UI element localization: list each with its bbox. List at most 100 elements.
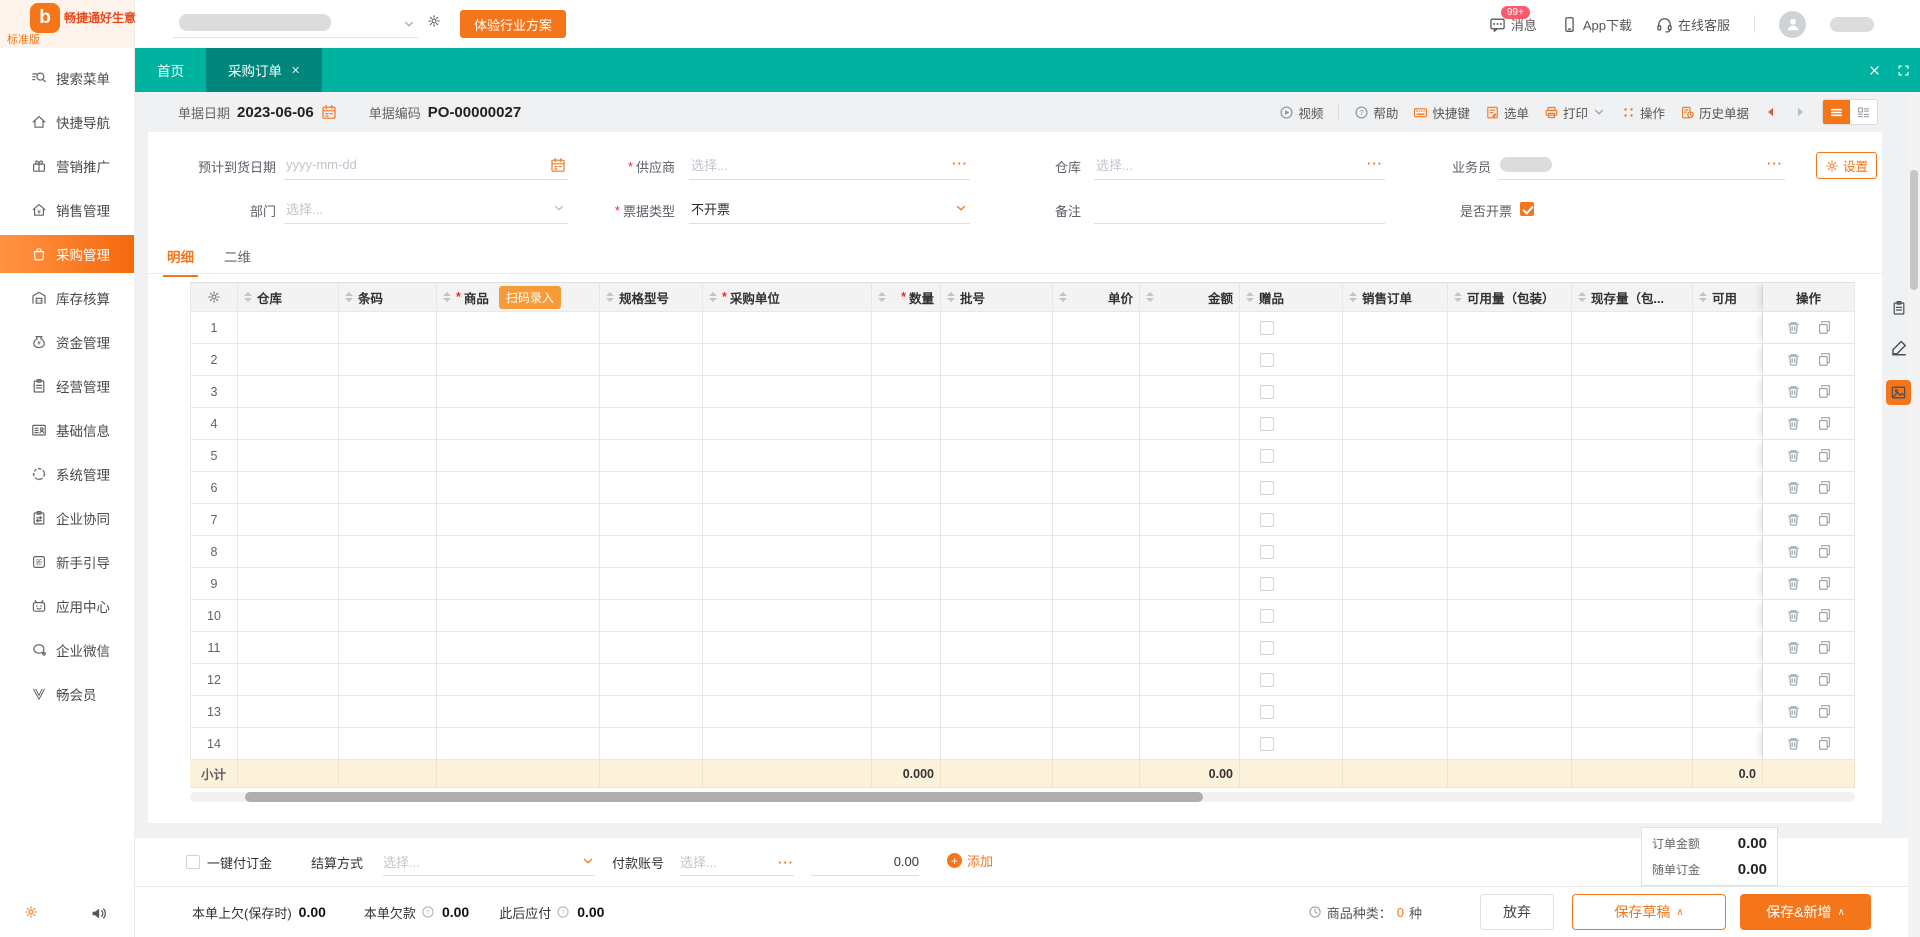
cell-avail[interactable] [1693, 344, 1763, 376]
gift-checkbox[interactable] [1260, 448, 1274, 463]
cell-qty[interactable] [872, 600, 941, 632]
cell-batch[interactable] [941, 696, 1053, 728]
cell-spec[interactable] [600, 472, 703, 504]
sort-icon[interactable] [345, 292, 353, 302]
sidebar-item-inventory[interactable]: 库存核算 [0, 276, 134, 320]
cell-product[interactable] [437, 312, 600, 344]
settlement-method-select[interactable]: 选择... [383, 848, 595, 876]
cell-avail_pkg[interactable] [1448, 376, 1572, 408]
sidebar-item-funds[interactable]: ¥ 资金管理 [0, 320, 134, 364]
cell-qty[interactable] [872, 472, 941, 504]
cell-price[interactable] [1053, 696, 1140, 728]
action-history[interactable]: 历史单据 [1680, 103, 1749, 122]
cell-barcode[interactable] [339, 408, 437, 440]
cell-price[interactable] [1053, 472, 1140, 504]
action-pick[interactable]: 选单 [1485, 103, 1529, 122]
cell-avail[interactable] [1693, 440, 1763, 472]
cell-barcode[interactable] [339, 632, 437, 664]
online-support-button[interactable]: 在线客服 [1656, 15, 1730, 34]
sidebar-item-purchase[interactable]: 采购管理 [0, 235, 134, 273]
cell-product[interactable] [437, 376, 600, 408]
cell-sales_order[interactable] [1343, 344, 1448, 376]
cell-warehouse[interactable] [238, 440, 339, 472]
cell-amount[interactable] [1140, 408, 1240, 440]
cell-avail_pkg[interactable] [1448, 472, 1572, 504]
copy-icon[interactable] [1817, 704, 1832, 719]
cell-qty[interactable] [872, 536, 941, 568]
cell-avail_pkg[interactable] [1448, 440, 1572, 472]
sort-icon[interactable] [709, 292, 717, 302]
cell-sales_order[interactable] [1343, 408, 1448, 440]
cell-spec[interactable] [600, 312, 703, 344]
cell-amount[interactable] [1140, 504, 1240, 536]
cell-product[interactable] [437, 472, 600, 504]
cell-spec[interactable] [600, 568, 703, 600]
tab-home[interactable]: 首页 [135, 48, 206, 92]
cell-avail_pkg[interactable] [1448, 536, 1572, 568]
cell-product[interactable] [437, 568, 600, 600]
cell-stock_pkg[interactable] [1572, 696, 1693, 728]
cell-spec[interactable] [600, 504, 703, 536]
cell-avail_pkg[interactable] [1448, 696, 1572, 728]
sort-icon[interactable] [1349, 292, 1357, 302]
cell-sales_order[interactable] [1343, 440, 1448, 472]
cell-spec[interactable] [600, 408, 703, 440]
cell-sales_order[interactable] [1343, 504, 1448, 536]
cell-barcode[interactable] [339, 504, 437, 536]
messages-button[interactable]: 消息 99+ [1489, 5, 1537, 34]
cell-spec[interactable] [600, 376, 703, 408]
sort-icon[interactable] [1246, 292, 1254, 302]
sidebar-item-marketing[interactable]: 营销推广 [0, 144, 134, 188]
gift-checkbox[interactable] [1260, 736, 1274, 751]
cell-price[interactable] [1053, 632, 1140, 664]
cell-price[interactable] [1053, 568, 1140, 600]
tab-detail[interactable]: 明细 [163, 240, 198, 277]
cell-barcode[interactable] [339, 600, 437, 632]
cell-avail_pkg[interactable] [1448, 312, 1572, 344]
cell-avail[interactable] [1693, 664, 1763, 696]
cell-batch[interactable] [941, 632, 1053, 664]
cell-barcode[interactable] [339, 472, 437, 504]
action-operate[interactable]: 操作 [1621, 103, 1665, 122]
cell-sales_order[interactable] [1343, 600, 1448, 632]
copy-icon[interactable] [1817, 416, 1832, 431]
cell-warehouse[interactable] [238, 312, 339, 344]
cell-barcode[interactable] [339, 440, 437, 472]
cell-warehouse[interactable] [238, 536, 339, 568]
trash-icon[interactable] [1786, 576, 1801, 591]
cell-avail[interactable] [1693, 632, 1763, 664]
tab-close-icon[interactable]: ✕ [291, 64, 300, 77]
cell-batch[interactable] [941, 600, 1053, 632]
trash-icon[interactable] [1786, 352, 1801, 367]
cell-warehouse[interactable] [238, 728, 339, 760]
card-view-button[interactable] [1850, 100, 1877, 124]
sidebar-item-operation[interactable]: 经营管理 [0, 364, 134, 408]
add-payment-button[interactable]: + 添加 [947, 851, 993, 870]
close-all-icon[interactable] [1868, 64, 1881, 77]
cell-sales_order[interactable] [1343, 568, 1448, 600]
cell-amount[interactable] [1140, 440, 1240, 472]
cell-batch[interactable] [941, 376, 1053, 408]
cell-warehouse[interactable] [238, 344, 339, 376]
cell-stock_pkg[interactable] [1572, 440, 1693, 472]
cell-product[interactable] [437, 504, 600, 536]
cell-stock_pkg[interactable] [1572, 536, 1693, 568]
cell-unit[interactable] [703, 728, 872, 760]
copy-icon[interactable] [1817, 608, 1832, 623]
cell-unit[interactable] [703, 568, 872, 600]
cell-barcode[interactable] [339, 344, 437, 376]
cell-product[interactable] [437, 536, 600, 568]
cell-amount[interactable] [1140, 344, 1240, 376]
cell-qty[interactable] [872, 504, 941, 536]
cell-unit[interactable] [703, 664, 872, 696]
cell-warehouse[interactable] [238, 632, 339, 664]
cell-unit[interactable] [703, 408, 872, 440]
gift-checkbox[interactable] [1260, 480, 1274, 495]
cell-sales_order[interactable] [1343, 696, 1448, 728]
tab-secondary[interactable]: 二维 [220, 240, 255, 277]
cell-sales_order[interactable] [1343, 536, 1448, 568]
cell-stock_pkg[interactable] [1572, 728, 1693, 760]
trash-icon[interactable] [1786, 416, 1801, 431]
copy-icon[interactable] [1817, 736, 1832, 751]
trial-solution-button[interactable]: 体验行业方案 [460, 10, 567, 38]
